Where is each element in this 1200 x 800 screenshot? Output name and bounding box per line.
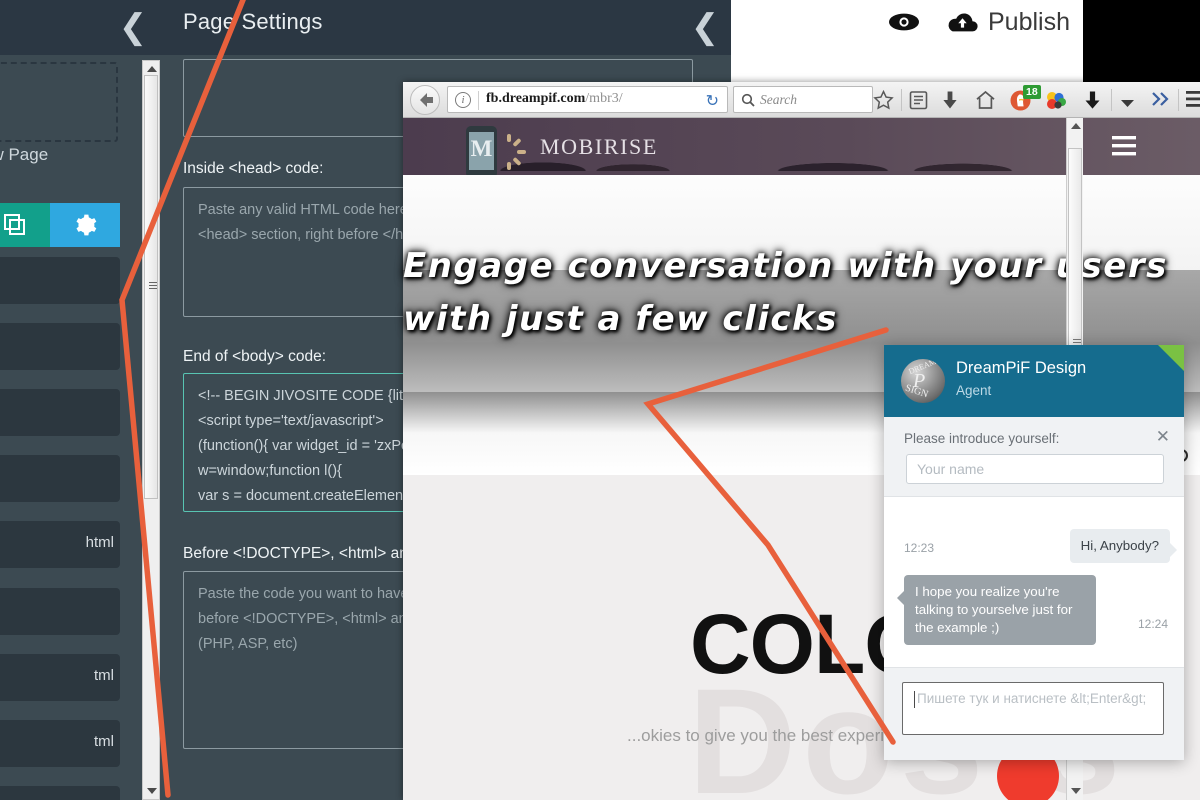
page-item-label: tml (94, 733, 114, 750)
publish-toolbar: Publish (731, 0, 1083, 82)
url-host: fb.dreampif.com (486, 91, 586, 106)
colorful-extension-icon[interactable] (1045, 90, 1067, 116)
name-input[interactable]: Your name (906, 454, 1164, 484)
search-input[interactable]: Search (733, 86, 873, 113)
url-path: /mbr3/ (585, 91, 623, 106)
scroll-up-arrow-icon[interactable] (147, 66, 157, 72)
sun-rays-icon (507, 134, 526, 170)
name-placeholder: Your name (917, 461, 985, 477)
scrollbar-grip-icon (149, 282, 157, 289)
head-code-label: Inside <head> code: (183, 160, 324, 177)
chat-header: DREAM P SIGN DreamPiF Design Agent (884, 345, 1184, 417)
list-item[interactable] (0, 588, 120, 635)
toolbar-separator (1111, 89, 1112, 111)
chat-message-outgoing: Hi, Anybody? (1069, 529, 1178, 563)
list-item[interactable]: tml (0, 720, 120, 767)
chat-footer: Пишете тук и натиснете &lt;Enter&gt; (884, 667, 1184, 760)
url-separator (478, 91, 479, 110)
hamburger-menu-icon[interactable] (1186, 90, 1200, 113)
download-icon[interactable] (941, 90, 959, 115)
arrow-left-icon (420, 93, 433, 107)
app-scrollbar[interactable] (142, 60, 160, 800)
reload-icon[interactable]: ↻ (706, 91, 719, 111)
page-item-label: html (85, 534, 114, 551)
downloads-arrow-icon[interactable] (1083, 90, 1102, 115)
browser-back-button[interactable] (410, 85, 440, 115)
list-item[interactable]: html (0, 521, 120, 568)
browser-navigation-bar: i fb.dreampif.com/mbr3/ ↻ Search 18 (403, 82, 1200, 118)
chat-message-input[interactable]: Пишете тук и натиснете &lt;Enter&gt; (902, 682, 1164, 735)
cloud-upload-icon (948, 12, 978, 31)
message-timestamp: 12:23 (904, 541, 935, 555)
site-brand: MOBIRISE (540, 134, 658, 159)
chat-intro-panel: Please introduce yourself: ✕ Your name (884, 417, 1184, 497)
scrollbar-thumb[interactable] (144, 75, 158, 499)
url-text: fb.dreampif.com/mbr3/ (486, 91, 623, 107)
list-item[interactable]: html (0, 786, 120, 800)
chat-messages: 12:23 Hi, Anybody? I hope you realize yo… (884, 497, 1184, 667)
hamburger-menu-icon[interactable] (1112, 136, 1136, 156)
toolbar-separator (1178, 89, 1179, 111)
scroll-down-arrow-icon[interactable] (1071, 788, 1081, 794)
duplicate-icon (4, 214, 25, 235)
preview-button[interactable] (886, 10, 922, 39)
list-item[interactable]: tml (0, 654, 120, 701)
screen: ❮ Page Settings ❮ ew Page (0, 0, 1200, 800)
chat-input-placeholder: Пишете тук и натиснете &lt;Enter&gt; (917, 691, 1147, 706)
list-item[interactable] (0, 257, 120, 304)
info-icon[interactable]: i (455, 92, 471, 108)
agent-name: DreamPiF Design (956, 359, 1087, 377)
agent-role: Agent (956, 383, 992, 398)
new-page-label: ew Page (0, 145, 49, 164)
black-backdrop-region (1083, 0, 1200, 82)
page-settings-header: ❮ Page Settings ❮ (0, 0, 731, 55)
library-icon[interactable] (909, 90, 928, 115)
chevron-left-icon-secondary[interactable]: ❮ (690, 8, 720, 46)
body-code-label: End of <body> code: (183, 348, 327, 365)
scroll-down-arrow-icon[interactable] (147, 788, 157, 794)
green-corner-decor (1158, 345, 1184, 371)
extension-badge: 18 (1023, 85, 1041, 99)
hero-line-2: with just a few clicks (403, 299, 838, 339)
text-caret (914, 691, 915, 708)
avatar-bottom-text: SIGN (903, 382, 930, 401)
duplicate-page-button[interactable] (0, 203, 50, 247)
jivosite-chat-widget: DREAM P SIGN DreamPiF Design Agent Pleas… (884, 345, 1184, 760)
star-icon[interactable] (873, 89, 894, 115)
url-bar[interactable]: i fb.dreampif.com/mbr3/ ↻ (447, 86, 728, 113)
message-timestamp: 12:24 (1137, 617, 1168, 631)
chevron-left-icon[interactable]: ❮ (118, 8, 148, 46)
search-placeholder: Search (760, 92, 797, 107)
chat-message-incoming: I hope you realize you're talking to you… (897, 575, 1096, 645)
eye-icon (889, 13, 919, 31)
avatar: DREAM P SIGN (901, 359, 945, 403)
page-item-label: tml (94, 667, 114, 684)
home-icon[interactable] (975, 90, 996, 115)
publish-label: Publish (988, 8, 1070, 36)
page-settings-button[interactable] (50, 203, 120, 247)
close-icon[interactable]: ✕ (1156, 427, 1170, 447)
page-title: Page Settings (183, 9, 323, 34)
publish-button[interactable]: Publish (946, 8, 1070, 37)
search-icon (741, 93, 755, 107)
page-list-sidebar: ew Page html (0, 55, 140, 800)
toolbar-separator (901, 89, 902, 111)
list-item[interactable] (0, 323, 120, 370)
gear-icon (76, 214, 97, 236)
scroll-up-arrow-icon[interactable] (1071, 123, 1081, 129)
list-item[interactable] (0, 389, 120, 436)
chevron-down-icon[interactable] (1120, 95, 1135, 113)
intro-label: Please introduce yourself: (904, 431, 1060, 446)
list-item[interactable] (0, 455, 120, 502)
new-page-card[interactable] (0, 62, 118, 142)
hero-line-1: Engage conversation with your users (403, 246, 1168, 286)
double-chevron-right-icon[interactable] (1150, 90, 1170, 113)
